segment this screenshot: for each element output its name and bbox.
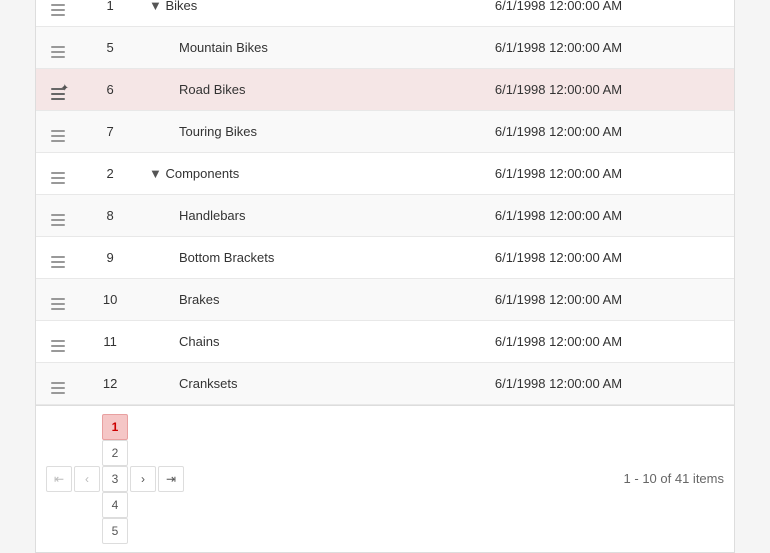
cell-date: 6/1/1998 12:00:00 AM	[487, 236, 734, 278]
drag-icon	[51, 339, 65, 353]
drag-handle-cell[interactable]: ✦	[36, 68, 79, 110]
cell-name: ▼ Bikes	[141, 0, 487, 26]
drag-handle-cell[interactable]	[36, 110, 79, 152]
page-number-button-2[interactable]: 2	[102, 440, 128, 466]
name-text: Mountain Bikes	[179, 40, 268, 55]
table-row: 1▼ Bikes6/1/1998 12:00:00 AM	[36, 0, 734, 26]
cell-id: 12	[79, 362, 141, 404]
cell-name: Bottom Brackets	[141, 236, 487, 278]
cell-id: 7	[79, 110, 141, 152]
drag-icon	[51, 171, 65, 185]
table-row: 5 Mountain Bikes 6/1/1998 12:00:00 AM	[36, 26, 734, 68]
name-text: Road Bikes	[179, 82, 245, 97]
table-row: 11 Chains 6/1/1998 12:00:00 AM	[36, 320, 734, 362]
page-controls: ⇤ ‹ 12345 › ⇥	[46, 414, 184, 544]
cell-id: 8	[79, 194, 141, 236]
name-text: Handlebars	[179, 208, 246, 223]
name-text: Cranksets	[179, 376, 238, 391]
name-text: Chains	[179, 334, 219, 349]
expand-arrow[interactable]: ▼	[149, 0, 165, 13]
page-number-button-4[interactable]: 4	[102, 492, 128, 518]
table-row: 10 Brakes 6/1/1998 12:00:00 AM	[36, 278, 734, 320]
drag-handle-cell[interactable]	[36, 236, 79, 278]
first-page-button[interactable]: ⇤	[46, 466, 72, 492]
table-row: 2▼ Components6/1/1998 12:00:00 AM	[36, 152, 734, 194]
drag-handle-cell[interactable]	[36, 26, 79, 68]
name-text: Bottom Brackets	[179, 250, 274, 265]
cell-name: Road Bikes	[141, 68, 487, 110]
name-text: Bikes	[165, 0, 197, 13]
page-buttons: 12345	[102, 414, 128, 544]
cell-date: 6/1/1998 12:00:00 AM	[487, 152, 734, 194]
cell-name: Mountain Bikes	[141, 26, 487, 68]
last-page-button[interactable]: ⇥	[158, 466, 184, 492]
table-body: 1▼ Bikes6/1/1998 12:00:00 AM5Mountain Bi…	[36, 0, 734, 404]
drag-icon	[51, 45, 65, 59]
cell-name: Chains	[141, 320, 487, 362]
prev-page-button[interactable]: ‹	[74, 466, 100, 492]
drag-handle-cell[interactable]	[36, 194, 79, 236]
cell-name: Handlebars	[141, 194, 487, 236]
page-info: 1 - 10 of 41 items	[624, 471, 724, 486]
data-table: Id Name ModifiedDate 1▼ Bikes6/1/1998 12…	[36, 0, 734, 405]
cell-name: ▼ Components	[141, 152, 487, 194]
cell-name: Brakes	[141, 278, 487, 320]
drag-handle-cell[interactable]	[36, 0, 79, 26]
page-number-button-5[interactable]: 5	[102, 518, 128, 544]
drag-handle-cell[interactable]	[36, 362, 79, 404]
cell-id: 5	[79, 26, 141, 68]
drag-special-icon: ✦	[51, 87, 65, 101]
cell-id: 11	[79, 320, 141, 362]
cell-date: 6/1/1998 12:00:00 AM	[487, 68, 734, 110]
drag-icon	[51, 213, 65, 227]
cell-date: 6/1/1998 12:00:00 AM	[487, 194, 734, 236]
page-number-button-3[interactable]: 3	[102, 466, 128, 492]
drag-icon	[51, 129, 65, 143]
name-text: Components	[165, 166, 239, 181]
cell-date: 6/1/1998 12:00:00 AM	[487, 110, 734, 152]
cell-id: 2	[79, 152, 141, 194]
main-container: Id Name ModifiedDate 1▼ Bikes6/1/1998 12…	[35, 0, 735, 553]
table-row: 8 Handlebars 6/1/1998 12:00:00 AM	[36, 194, 734, 236]
cell-id: 9	[79, 236, 141, 278]
table-row: ✦ 6 Road Bikes 6/1/1998 12:00:00 AM	[36, 68, 734, 110]
next-page-button[interactable]: ›	[130, 466, 156, 492]
pagination-bar: ⇤ ‹ 12345 › ⇥ 1 - 10 of 41 items	[36, 405, 734, 552]
page-number-button-1[interactable]: 1	[102, 414, 128, 440]
cell-date: 6/1/1998 12:00:00 AM	[487, 0, 734, 26]
drag-icon	[51, 381, 65, 395]
cell-id: 10	[79, 278, 141, 320]
table-row: 12 Cranksets 6/1/1998 12:00:00 AM	[36, 362, 734, 404]
drag-icon	[51, 3, 65, 17]
table-row: 7 Touring Bikes 6/1/1998 12:00:00 AM	[36, 110, 734, 152]
drag-handle-cell[interactable]	[36, 152, 79, 194]
cell-date: 6/1/1998 12:00:00 AM	[487, 278, 734, 320]
cell-date: 6/1/1998 12:00:00 AM	[487, 26, 734, 68]
expand-arrow[interactable]: ▼	[149, 166, 165, 181]
cell-date: 6/1/1998 12:00:00 AM	[487, 320, 734, 362]
cell-id: 6	[79, 68, 141, 110]
cell-name: Cranksets	[141, 362, 487, 404]
drag-handle-cell[interactable]	[36, 278, 79, 320]
drag-icon	[51, 297, 65, 311]
drag-handle-cell[interactable]	[36, 320, 79, 362]
name-text: Touring Bikes	[179, 124, 257, 139]
name-text: Brakes	[179, 292, 219, 307]
cell-id: 1	[79, 0, 141, 26]
cell-name: Touring Bikes	[141, 110, 487, 152]
cell-date: 6/1/1998 12:00:00 AM	[487, 362, 734, 404]
drag-icon	[51, 255, 65, 269]
table-row: 9 Bottom Brackets 6/1/1998 12:00:00 AM	[36, 236, 734, 278]
